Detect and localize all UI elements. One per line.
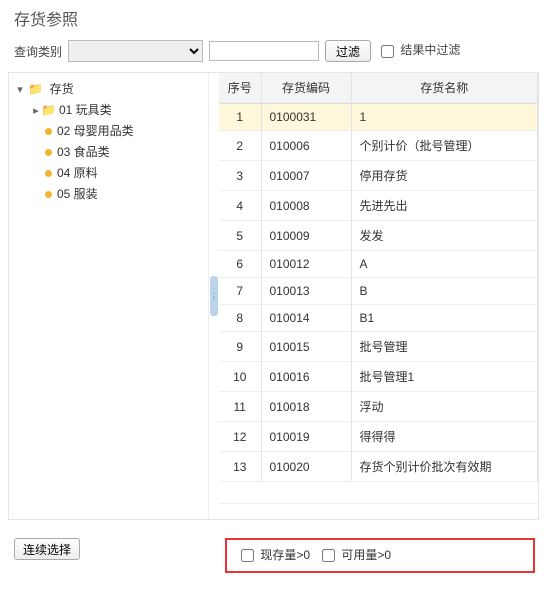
table-row[interactable]: 13010020存货个别计价批次有效期 [219,452,538,482]
page-title: 存货参照 [14,6,539,30]
tree-toggle[interactable]: ▸ [31,101,41,121]
cell-seq: 3 [219,161,261,191]
filter-in-result-label: 结果中过滤 [377,41,460,60]
table-row[interactable]: 6010012A [219,251,538,278]
col-header-code[interactable]: 存货编码 [261,73,351,103]
cell-name: A [351,251,538,278]
available-gt0-checkbox[interactable] [322,549,335,562]
cell-seq: 12 [219,422,261,452]
cell-name: 先进先出 [351,191,538,221]
filter-button[interactable]: 过滤 [325,40,371,62]
cell-name: 1 [351,104,538,131]
tree-spacer [31,122,41,142]
onhand-gt0-text: 现存量>0 [260,548,310,562]
dot-icon [45,149,52,156]
filter-category-select[interactable] [68,40,203,62]
cell-name: 批号管理1 [351,362,538,392]
col-header-name[interactable]: 存货名称 [351,73,538,103]
category-tree: ▾ 📁 存货 ▸📁01 玩具类 02 母婴用品类 03 食品类 04 原料 05… [13,79,204,205]
cell-seq: 9 [219,332,261,362]
table-row[interactable]: 101000311 [219,104,538,131]
cell-name: B [351,278,538,305]
cell-name: 得得得 [351,422,538,452]
cell-code: 010014 [261,305,351,332]
filter-label: 查询类别 [14,43,62,60]
cell-code: 010009 [261,221,351,251]
tree-root-label[interactable]: 存货 [50,82,74,96]
bottom-bar: 连续选择 现存量>0 可用量>0 [8,538,539,573]
col-header-seq[interactable]: 序号 [219,73,261,103]
cell-seq: 10 [219,362,261,392]
table-row[interactable]: 11010018浮动 [219,392,538,422]
folder-icon: 📁 [41,103,56,117]
cell-code: 010016 [261,362,351,392]
table-row[interactable]: 7010013B [219,278,538,305]
cell-seq: 6 [219,251,261,278]
cell-seq: 4 [219,191,261,221]
cell-name: B1 [351,305,538,332]
cell-code: 010008 [261,191,351,221]
table-row[interactable]: 8010014B1 [219,305,538,332]
tree-spacer [31,143,41,163]
table-row[interactable]: 10010016批号管理1 [219,362,538,392]
tree-toggle-root[interactable]: ▾ [15,80,25,100]
available-gt0-text: 可用量>0 [341,548,391,562]
folder-icon: 📁 [28,82,43,96]
filter-in-result-checkbox[interactable] [381,45,394,58]
splitter-handle-icon: ⋮ [210,276,218,316]
cell-code: 010020 [261,452,351,482]
cell-seq: 13 [219,452,261,482]
continuous-select-button[interactable]: 连续选择 [14,538,80,560]
table-row[interactable]: 4010008先进先出 [219,191,538,221]
cell-name: 浮动 [351,392,538,422]
cell-seq: 7 [219,278,261,305]
cell-code: 010012 [261,251,351,278]
table-row[interactable]: 2010006个别计价（批号管理） [219,131,538,161]
dot-icon [45,128,52,135]
cell-code: 0100031 [261,104,351,131]
cell-name: 存货个别计价批次有效期 [351,452,538,482]
cell-code: 010018 [261,392,351,422]
tree-item-label[interactable]: 04 原料 [57,166,98,180]
tree-item-label[interactable]: 05 服装 [57,187,98,201]
table-row[interactable]: 3010007停用存货 [219,161,538,191]
dot-icon [45,170,52,177]
cell-seq: 1 [219,104,261,131]
splitter[interactable]: ⋮ [209,73,219,519]
filter-text-input[interactable] [209,41,319,61]
main-panel: ▾ 📁 存货 ▸📁01 玩具类 02 母婴用品类 03 食品类 04 原料 05… [8,72,539,520]
onhand-gt0-label: 现存量>0 [237,546,310,565]
grid-hscroll[interactable] [219,503,538,519]
cell-seq: 8 [219,305,261,332]
onhand-gt0-checkbox[interactable] [241,549,254,562]
cell-seq: 2 [219,131,261,161]
cell-name: 个别计价（批号管理） [351,131,538,161]
cell-name: 批号管理 [351,332,538,362]
grid-body[interactable]: 1010003112010006个别计价（批号管理）3010007停用存货401… [219,104,538,503]
tree-pane: ▾ 📁 存货 ▸📁01 玩具类 02 母婴用品类 03 食品类 04 原料 05… [9,73,209,519]
stock-filter-box: 现存量>0 可用量>0 [225,538,535,573]
cell-code: 010007 [261,161,351,191]
filter-bar: 查询类别 过滤 结果中过滤 [14,40,539,62]
dot-icon [45,191,52,198]
table-row[interactable]: 9010015批号管理 [219,332,538,362]
available-gt0-label: 可用量>0 [318,546,391,565]
table-row[interactable]: 12010019得得得 [219,422,538,452]
filter-in-result-text: 结果中过滤 [400,43,460,57]
tree-item-label[interactable]: 01 玩具类 [59,103,112,117]
cell-code: 010019 [261,422,351,452]
grid-pane: 序号 存货编码 存货名称 1010003112010006个别计价（批号管理）3… [219,73,538,519]
tree-item-label[interactable]: 02 母婴用品类 [57,124,134,138]
tree-spacer [31,185,41,205]
cell-seq: 11 [219,392,261,422]
tree-item-label[interactable]: 03 食品类 [57,145,110,159]
cell-code: 010013 [261,278,351,305]
table-row[interactable]: 5010009发发 [219,221,538,251]
cell-seq: 5 [219,221,261,251]
cell-code: 010015 [261,332,351,362]
tree-spacer [31,164,41,184]
cell-code: 010006 [261,131,351,161]
cell-name: 停用存货 [351,161,538,191]
cell-name: 发发 [351,221,538,251]
